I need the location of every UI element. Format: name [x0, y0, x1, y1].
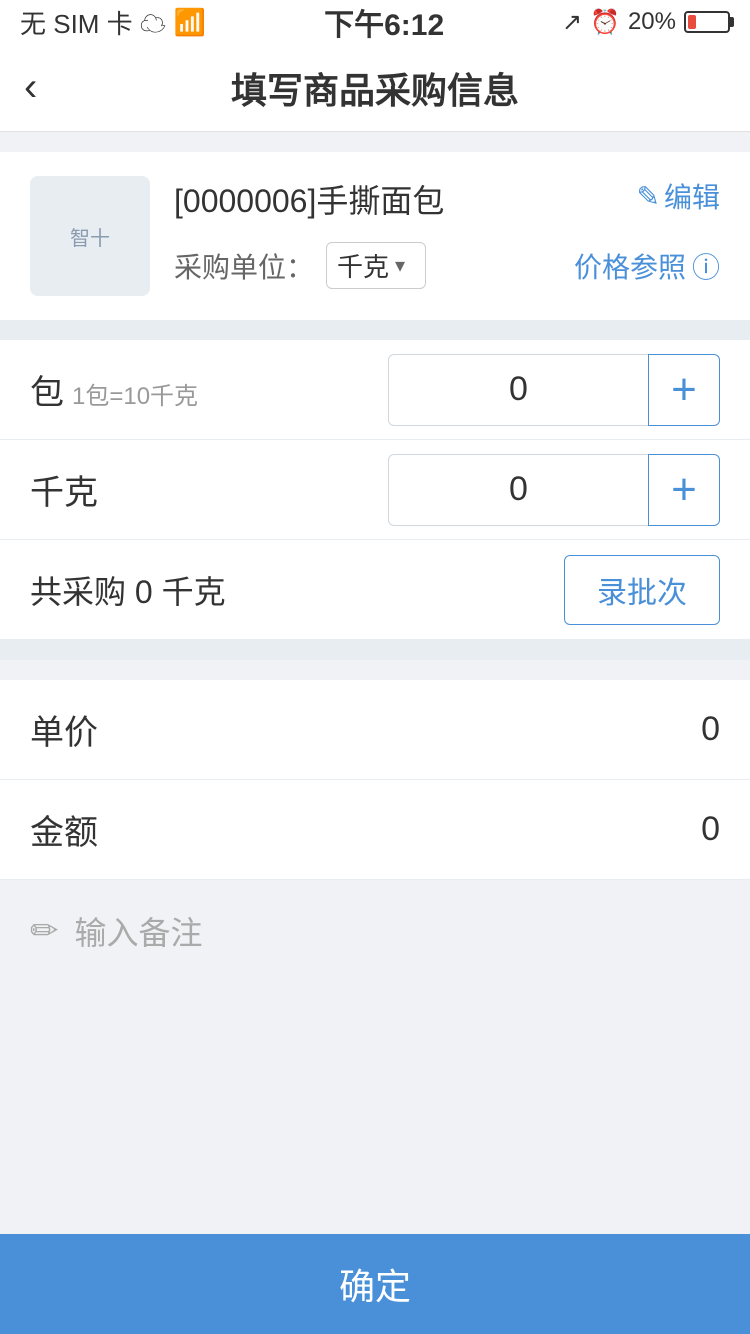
plus-button-kg[interactable]: + — [648, 454, 720, 526]
sub-label-bao: 1包=10千克 — [72, 383, 198, 410]
quantity-section: 包1包=10千克 0 + 千克 0 + 共采购 0 千克 录批次 — [0, 340, 750, 640]
sim-label: 无 SIM 卡 ☁ — [20, 4, 166, 41]
label-kg: 千克 — [30, 465, 150, 514]
confirm-label: 确定 — [339, 1258, 411, 1310]
nav-bar: ‹ 填写商品采购信息 — [0, 44, 750, 132]
price-ref-label: 价格参照 — [574, 246, 686, 286]
status-left: 无 SIM 卡 ☁ 📶 — [20, 4, 206, 41]
unit-select[interactable]: 千克 ▾ — [326, 242, 426, 289]
status-time: 下午6:12 — [324, 0, 444, 44]
remark-section[interactable]: ✏ 输入备注 — [0, 880, 750, 982]
battery-indicator — [684, 11, 730, 33]
location-icon: ↗ — [562, 8, 582, 37]
input-wrap-bao: 0 + — [388, 354, 720, 426]
label-bao: 包1包=10千克 — [30, 365, 198, 414]
amount-row: 金额 0 — [0, 780, 750, 880]
amount-value: 0 — [701, 810, 720, 849]
input-wrap-kg: 0 + — [388, 454, 720, 526]
quantity-row-kg: 千克 0 + — [0, 440, 750, 540]
section-divider-1 — [0, 320, 750, 340]
amount-label: 金额 — [30, 805, 98, 854]
section-divider-2 — [0, 640, 750, 660]
edit-icon: ✎ — [637, 180, 660, 213]
price-ref-button[interactable]: 价格参照 ⓘ — [574, 246, 720, 286]
chevron-down-icon: ▾ — [395, 253, 405, 278]
confirm-button[interactable]: 确定 — [0, 1234, 750, 1334]
product-logo: 智十 — [70, 222, 110, 251]
product-card: 智十 [0000006]手撕面包 采购单位： 千克 ▾ 价格参照 ⓘ ✎ 编辑 — [0, 152, 750, 320]
pencil-icon: ✏ — [30, 911, 59, 951]
page-title: 填写商品采购信息 — [231, 62, 519, 114]
status-bar: 无 SIM 卡 ☁ 📶 下午6:12 ↗ ⏰ 20% — [0, 0, 750, 44]
quantity-input-kg[interactable]: 0 — [388, 454, 648, 526]
quantity-row-bao: 包1包=10千克 0 + — [0, 340, 750, 440]
product-image: 智十 — [30, 176, 150, 296]
info-section: 单价 0 金额 0 — [0, 680, 750, 880]
unit-value: 千克 — [337, 247, 389, 284]
summary-text: 共采购 0 千克 — [30, 567, 226, 613]
unit-price-label: 单价 — [30, 705, 98, 754]
back-button[interactable]: ‹ — [24, 65, 37, 110]
quantity-input-bao[interactable]: 0 — [388, 354, 648, 426]
status-right: ↗ ⏰ 20% — [562, 8, 730, 37]
summary-row: 共采购 0 千克 录批次 — [0, 540, 750, 640]
remark-placeholder: 输入备注 — [75, 908, 203, 954]
unit-price-value: 0 — [701, 710, 720, 749]
product-unit-row: 采购单位： 千克 ▾ 价格参照 ⓘ — [174, 242, 720, 289]
alarm-icon: ⏰ — [590, 8, 620, 37]
plus-button-bao[interactable]: + — [648, 354, 720, 426]
wifi-icon: 📶 — [174, 7, 206, 38]
info-icon: ⓘ — [692, 246, 720, 286]
batch-button[interactable]: 录批次 — [564, 555, 720, 625]
battery-percent: 20% — [628, 8, 676, 36]
unit-price-row: 单价 0 — [0, 680, 750, 780]
edit-button[interactable]: ✎ 编辑 — [637, 176, 720, 216]
unit-label: 采购单位： — [174, 246, 314, 286]
edit-label: 编辑 — [664, 176, 720, 216]
